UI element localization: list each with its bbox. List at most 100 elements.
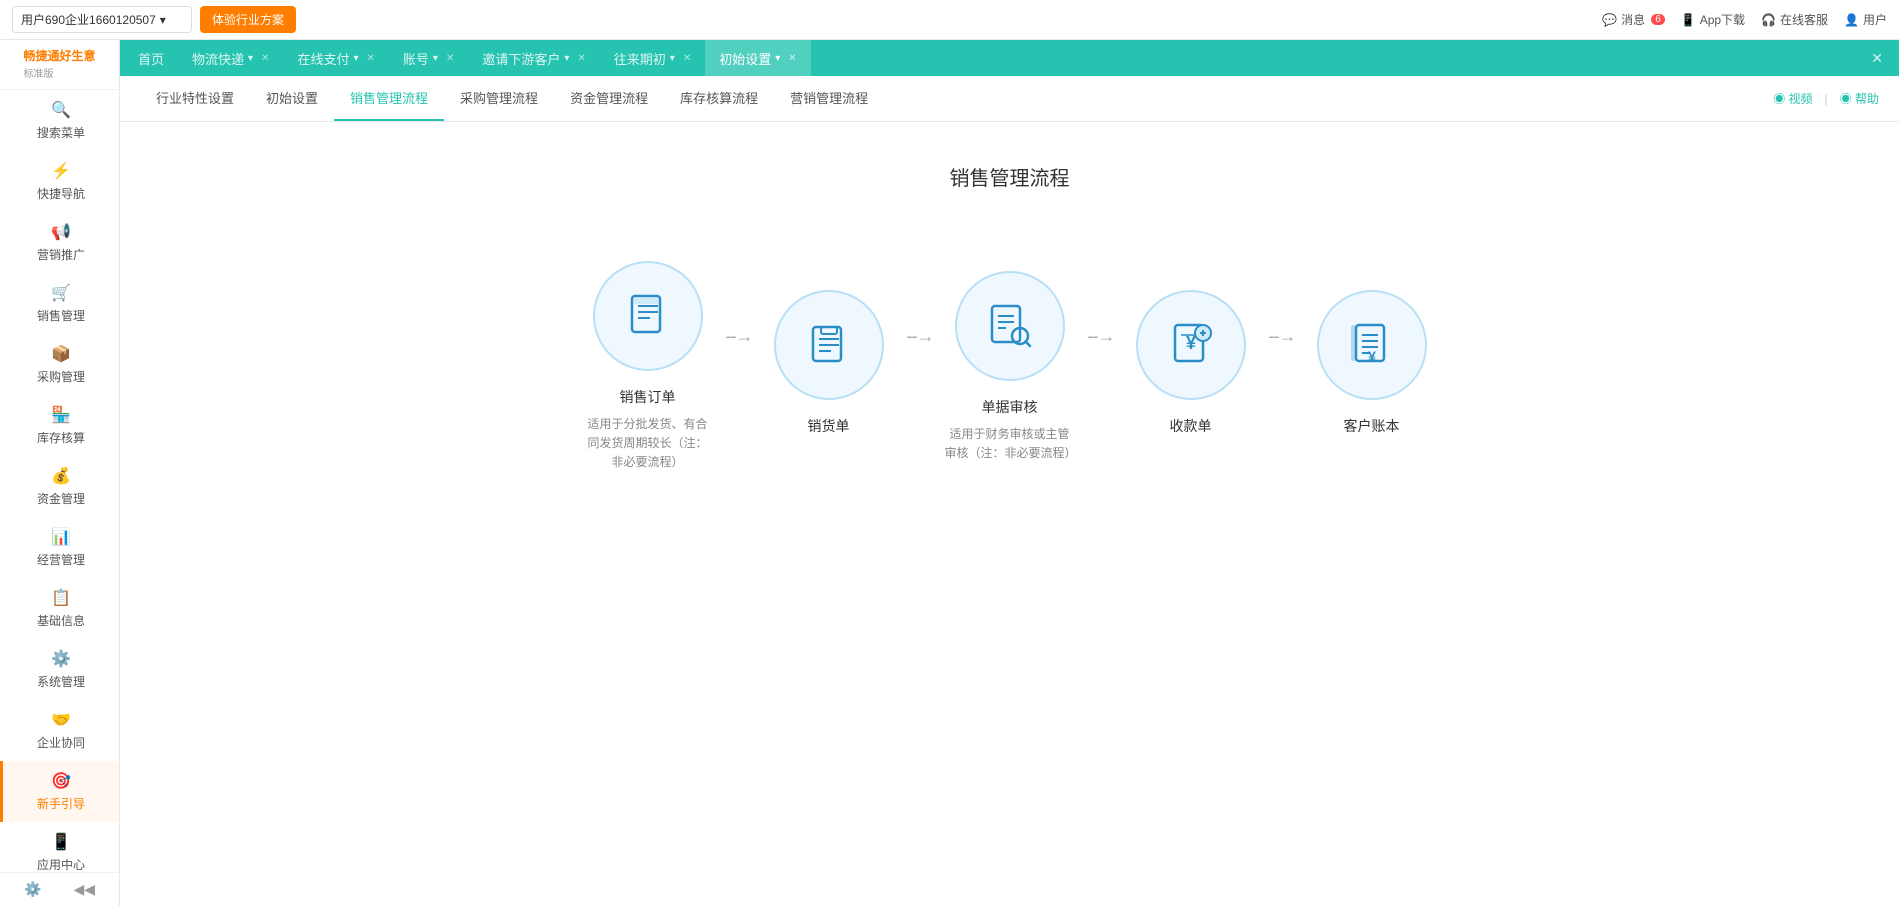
marketing-promo-label: 营销推广 — [37, 246, 85, 263]
tab-label: 邀请下游客户 — [482, 49, 560, 68]
tab-label: 账号 — [403, 49, 429, 68]
tab-arrow: ▾ — [564, 53, 569, 64]
sub-tab-初始设置[interactable]: 初始设置 — [250, 76, 334, 121]
svg-text:¥: ¥ — [1185, 333, 1195, 353]
inventory-icon: 🏪 — [51, 405, 71, 425]
tab-bar-close[interactable]: ✕ — [1859, 50, 1895, 67]
sidebar-item-marketing-promo[interactable]: 📢 营销推广 — [0, 212, 119, 273]
app-center-label: 应用中心 — [37, 856, 85, 872]
beginner-guide-label: 新手引导 — [37, 795, 85, 812]
notifications-badge: 6 — [1651, 14, 1665, 25]
tab-账号[interactable]: 账号▾✕ — [389, 40, 468, 76]
user-item[interactable]: 👤 用户 — [1844, 11, 1887, 28]
tab-arrow: ▾ — [670, 53, 675, 64]
tab-arrow: ▾ — [775, 53, 780, 64]
tab-邀请下游客户[interactable]: 邀请下游客户 ▾ ✕ — [468, 40, 599, 76]
flow-arrow-4: - - → — [1269, 326, 1294, 347]
video-link[interactable]: ◉ 视频 — [1773, 90, 1812, 107]
sidebar-bottom: ⚙️ ◀◀ — [0, 872, 119, 906]
tab-close[interactable]: ✕ — [446, 53, 454, 64]
tab-close[interactable]: ✕ — [788, 53, 796, 64]
tab-close[interactable]: ✕ — [577, 53, 585, 64]
tab-首页[interactable]: 首页 — [124, 40, 178, 76]
flow-step-sales-delivery[interactable]: 销货单 — [759, 290, 899, 444]
sidebar-item-inventory[interactable]: 🏪库存核算 — [0, 395, 119, 456]
app-center-icon: 📱 — [51, 832, 71, 852]
company-selector[interactable]: 用户690企业1660120507 ▾ — [12, 6, 192, 33]
system-icon: ⚙️ — [51, 649, 71, 669]
message-icon: 💬 — [1602, 13, 1617, 27]
search-label: 搜索菜单 — [37, 124, 85, 141]
trial-button[interactable]: 体验行业方案 — [200, 6, 296, 33]
company-name: 用户690企业1660120507 — [21, 11, 156, 28]
sidebar-item-enterprise-collab[interactable]: 🤝企业协同 — [0, 700, 119, 761]
sales-order-desc: 适用于分批发货、有合同发货周期较长（注：非必要流程） — [583, 415, 713, 473]
flow-step-sales-order[interactable]: 销售订单适用于分批发货、有合同发货周期较长（注：非必要流程） — [578, 261, 718, 473]
sub-tab-行业特性设置[interactable]: 行业特性设置 — [140, 76, 250, 121]
sub-tab-采购管理流程[interactable]: 采购管理流程 — [444, 76, 554, 121]
tab-label: 在线支付 — [297, 49, 349, 68]
tab-arrow: ▾ — [353, 53, 358, 64]
beginner-guide-icon: 🎯 — [51, 771, 71, 791]
sidebar-item-system[interactable]: ⚙️ 系统管理 — [0, 639, 119, 700]
collapse-icon[interactable]: ◀◀ — [73, 881, 95, 898]
logo-tag: 标准版 — [23, 65, 95, 80]
sales-order-circle — [593, 261, 703, 371]
tab-初始设置[interactable]: 初始设置 ▾ ✕ — [705, 40, 810, 76]
receipt-circle: ¥ — [1136, 290, 1246, 400]
tab-往来期初[interactable]: 往来期初 ▾ ✕ — [600, 40, 705, 76]
tab-label: 往来期初 — [614, 49, 666, 68]
layout: 畅捷通好生意 标准版 🔍搜索菜单⚡快捷导航📢营销推广🛒销售管理📦采购管理🏪库存核… — [0, 40, 1899, 906]
app-download-item[interactable]: 📱 App下载 — [1681, 11, 1745, 28]
sub-tabs-right: ◉ 视频 | ◉ 帮助 — [1773, 90, 1879, 107]
enterprise-collab-label: 企业协同 — [37, 734, 85, 751]
tab-close[interactable]: ✕ — [683, 53, 691, 64]
top-bar-right: 💬 消息 6 📱 App下载 🎧 在线客服 👤 用户 — [1602, 11, 1887, 28]
settings-icon[interactable]: ⚙️ — [24, 881, 41, 898]
sub-tab-销售管理流程[interactable]: 销售管理流程 — [334, 76, 444, 121]
tab-label: 首页 — [138, 49, 164, 68]
flow-step-document-review[interactable]: 单据审核适用于财务审核或主管审核（注：非必要流程） — [940, 271, 1080, 463]
main: 首页物流快递▾✕在线支付▾✕账号▾✕邀请下游客户▾✕往来期初▾✕初始设置▾✕✕ … — [120, 40, 1899, 906]
content: 行业特性设置初始设置销售管理流程采购管理流程资金管理流程库存核算流程营销管理流程… — [120, 76, 1899, 906]
sidebar-item-purchase[interactable]: 📦采购管理 — [0, 334, 119, 395]
basic-info-label: 基础信息 — [37, 612, 85, 629]
tab-在线支付[interactable]: 在线支付 ▾ ✕ — [283, 40, 388, 76]
search-icon: 🔍 — [51, 100, 71, 120]
headset-icon: 🎧 — [1761, 13, 1776, 27]
sub-tab-资金管理流程[interactable]: 资金管理流程 — [554, 76, 664, 121]
avatar: 👤 — [1844, 13, 1859, 27]
tab-close[interactable]: ✕ — [367, 53, 375, 64]
receipt-name: 收款单 — [1170, 416, 1212, 436]
tab-bar: 首页物流快递▾✕在线支付▾✕账号▾✕邀请下游客户▾✕往来期初▾✕初始设置▾✕✕ — [120, 40, 1899, 76]
sidebar-item-basic-info[interactable]: 📋基础信息 — [0, 578, 119, 639]
marketing-promo-icon: 📢 — [51, 222, 71, 242]
chevron-down-icon: ▾ — [160, 13, 166, 27]
sales-label: 销售管理 — [37, 307, 85, 324]
sidebar-item-quick[interactable]: ⚡快捷导航 — [0, 151, 119, 212]
sales-delivery-circle — [774, 290, 884, 400]
system-label: 系统管理 — [37, 673, 85, 690]
sidebar-item-operations[interactable]: 📊经营管理 — [0, 517, 119, 578]
sidebar-item-finance[interactable]: 💰资金管理 — [0, 456, 119, 517]
flow-step-receipt[interactable]: ¥ 收款单 — [1121, 290, 1261, 444]
sidebar-item-app-center[interactable]: 📱 应用中心 — [0, 822, 119, 872]
help-link[interactable]: ◉ 帮助 — [1840, 90, 1879, 107]
tab-label: 初始设置 — [719, 49, 771, 68]
flow-arrow-2: - - → — [907, 326, 932, 347]
sidebar-item-sales[interactable]: 🛒销售管理 — [0, 273, 119, 334]
operations-label: 经营管理 — [37, 551, 85, 568]
top-bar: 用户690企业1660120507 ▾ 体验行业方案 💬 消息 6 📱 App下… — [0, 0, 1899, 40]
tab-物流快递[interactable]: 物流快递▾✕ — [178, 40, 283, 76]
logo-text: 畅捷通好生意 — [23, 49, 95, 65]
svg-text:¥: ¥ — [1368, 348, 1376, 364]
sidebar-item-search[interactable]: 🔍 搜索菜单 — [0, 90, 119, 151]
sidebar-item-beginner-guide[interactable]: 🎯 新手引导 — [0, 761, 119, 822]
sub-tab-营销管理流程[interactable]: 营销管理流程 — [774, 76, 884, 121]
notifications-item[interactable]: 💬 消息 6 — [1602, 11, 1665, 28]
tab-close[interactable]: ✕ — [261, 53, 269, 64]
flow-step-customer-ledger[interactable]: ¥ 客户账本 — [1302, 290, 1442, 444]
online-service-item[interactable]: 🎧 在线客服 — [1761, 11, 1828, 28]
sub-tab-库存核算流程[interactable]: 库存核算流程 — [664, 76, 774, 121]
notifications-label: 消息 — [1621, 11, 1645, 28]
